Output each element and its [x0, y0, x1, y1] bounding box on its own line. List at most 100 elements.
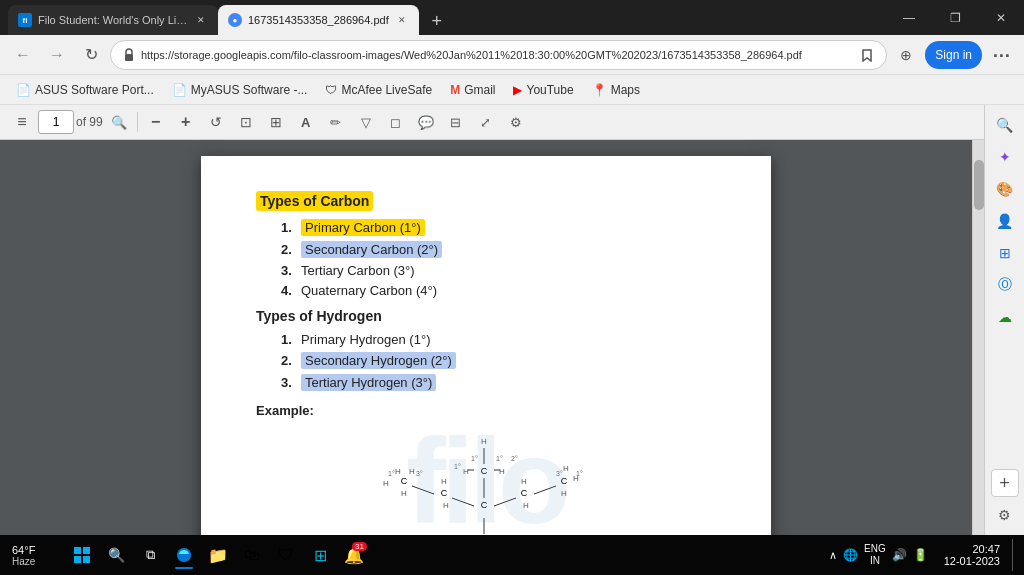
back-button[interactable]: ← — [8, 40, 38, 70]
svg-text:C: C — [401, 476, 408, 486]
svg-line-10 — [494, 498, 516, 506]
bookmark-mcafee[interactable]: 🛡 McAfee LiveSafe — [317, 81, 440, 99]
pdf-text-select[interactable]: A — [292, 108, 320, 136]
svg-text:1°: 1° — [454, 463, 461, 470]
bookmark-label-1: ASUS Software Port... — [35, 83, 154, 97]
bookmark-gmail[interactable]: M Gmail — [442, 81, 503, 99]
svg-text:3°: 3° — [416, 470, 423, 477]
pdf-zoom-in[interactable]: + — [172, 108, 200, 136]
svg-text:1°: 1° — [576, 470, 583, 477]
sidebar-cloud-btn[interactable]: ☁ — [991, 303, 1019, 331]
pdf-rotate[interactable]: ↺ — [202, 108, 230, 136]
svg-text:H: H — [395, 467, 401, 476]
pdf-fit-page[interactable]: ⊡ — [232, 108, 260, 136]
taskbar-badge-icon[interactable]: 🔔 31 — [338, 539, 370, 571]
sidebar-people-btn[interactable]: 👤 — [991, 207, 1019, 235]
section-carbon-title: Types of Carbon — [256, 191, 373, 211]
tray-lang[interactable]: ENG IN — [864, 543, 886, 567]
svg-text:H: H — [521, 477, 527, 486]
svg-line-12 — [534, 486, 556, 494]
sidebar-office-btn[interactable]: Ⓞ — [991, 271, 1019, 299]
tray-volume[interactable]: 🔊 — [892, 548, 907, 562]
more-button[interactable]: ⋯ — [986, 40, 1016, 70]
svg-text:2°: 2° — [511, 455, 518, 462]
pdf-search-button[interactable]: 🔍 — [105, 108, 133, 136]
bookmark-label-5: YouTube — [526, 83, 573, 97]
taskbar-start-button[interactable] — [66, 539, 98, 571]
bookmark-icon[interactable] — [860, 48, 874, 62]
pdf-view-toggle[interactable]: ⊟ — [442, 108, 470, 136]
minimize-button[interactable]: — — [886, 0, 932, 35]
pdf-fullscreen[interactable]: ⤢ — [472, 108, 500, 136]
item-carbon-2-num: 2. — [281, 242, 301, 257]
scrollbar-thumb[interactable] — [974, 160, 984, 210]
tab2-close[interactable]: ✕ — [395, 13, 409, 27]
weather-desc: Haze — [12, 556, 56, 567]
clock-time: 20:47 — [972, 543, 1000, 555]
pdf-two-page[interactable]: ⊞ — [262, 108, 290, 136]
taskbar-files-icon[interactable]: 📁 — [202, 539, 234, 571]
list-item-primary-hydrogen: 1. Primary Hydrogen (1°) — [256, 332, 716, 347]
page-number-input[interactable] — [38, 110, 74, 134]
pdf-comment[interactable]: 💬 — [412, 108, 440, 136]
svg-text:H: H — [499, 467, 505, 476]
bookmark-label-3: McAfee LiveSafe — [341, 83, 432, 97]
address-bar[interactable]: https://storage.googleapis.com/filo-clas… — [110, 40, 887, 70]
tray-network[interactable]: 🌐 — [843, 548, 858, 562]
taskbar-app-icon[interactable]: ⊞ — [304, 539, 336, 571]
pdf-draw[interactable]: ✏ — [322, 108, 350, 136]
sidebar-palette-btn[interactable]: 🎨 — [991, 175, 1019, 203]
maximize-button[interactable]: ❐ — [932, 0, 978, 35]
bookmark-icon-2: 📄 — [172, 83, 187, 97]
refresh-button[interactable]: ↻ — [76, 40, 106, 70]
pdf-erase[interactable]: ◻ — [382, 108, 410, 136]
svg-text:H: H — [523, 501, 529, 510]
browser-tab-1[interactable]: fi Filo Student: World's Only Live In...… — [8, 5, 218, 35]
sidebar-settings-btn[interactable]: ⚙ — [991, 501, 1019, 529]
pdf-scrollbar[interactable] — [972, 140, 984, 535]
sidebar-grid-btn[interactable]: ⊞ — [991, 239, 1019, 267]
tray-up-arrow[interactable]: ∧ — [829, 549, 837, 562]
pdf-zoom-out[interactable]: − — [142, 108, 170, 136]
bookmark-asus-software[interactable]: 📄 ASUS Software Port... — [8, 81, 162, 99]
pdf-settings[interactable]: ⚙ — [502, 108, 530, 136]
list-item-tertiary-hydrogen: 3. Tertiary Hydrogen (3°) — [256, 374, 716, 391]
section-types-of-carbon: Types of Carbon 1. Primary Carbon (1°) 2… — [256, 191, 716, 298]
system-tray[interactable]: ∧ 🌐 ENG IN 🔊 🔋 — [823, 543, 934, 567]
taskbar-clock[interactable]: 20:47 12-01-2023 — [936, 543, 1008, 567]
taskbar-store-icon[interactable]: 🛍 — [236, 539, 268, 571]
item-carbon-4-num: 4. — [281, 283, 301, 298]
item-h-3-text: Tertiary Hydrogen (3°) — [301, 374, 436, 391]
forward-button[interactable]: → — [42, 40, 72, 70]
taskbar-edge-icon[interactable] — [168, 539, 200, 571]
browser-tab-2[interactable]: ● 1673514353358_286964.pdf ✕ — [218, 5, 419, 35]
profile-button[interactable]: Sign in — [925, 41, 982, 69]
bookmark-label-4: Gmail — [464, 83, 495, 97]
show-desktop-btn[interactable] — [1012, 539, 1020, 571]
tray-battery[interactable]: 🔋 — [913, 548, 928, 562]
list-item-quaternary-carbon: 4. Quaternary Carbon (4°) — [256, 283, 716, 298]
taskbar-search-btn[interactable]: 🔍 — [100, 539, 132, 571]
taskbar-task-view[interactable]: ⧉ — [134, 539, 166, 571]
tab1-close[interactable]: ✕ — [194, 13, 208, 27]
sidebar-add-btn[interactable]: + — [991, 469, 1019, 497]
svg-text:1°: 1° — [496, 455, 503, 462]
sidebar-search-btn[interactable]: 🔍 — [991, 111, 1019, 139]
svg-text:1°: 1° — [471, 455, 478, 462]
pdf-menu-button[interactable]: ≡ — [8, 108, 36, 136]
bookmark-myasus[interactable]: 📄 MyASUS Software -... — [164, 81, 316, 99]
taskbar-shield-icon[interactable]: 🛡 — [270, 539, 302, 571]
sidebar-star-btn[interactable]: ✦ — [991, 143, 1019, 171]
bookmark-youtube[interactable]: ▶ YouTube — [505, 81, 581, 99]
svg-text:H: H — [463, 467, 469, 476]
list-item-tertiary-carbon: 3. Tertiary Carbon (3°) — [256, 263, 716, 278]
pdf-scroll-area[interactable]: filo Types of Carbon 1. Primary Carbon (… — [0, 140, 972, 535]
taskbar-weather[interactable]: 64°F Haze — [4, 544, 64, 567]
extensions-button[interactable]: ⊕ — [891, 40, 921, 70]
close-button[interactable]: ✕ — [978, 0, 1024, 35]
new-tab-button[interactable]: + — [423, 7, 451, 35]
bookmark-label-2: MyASUS Software -... — [191, 83, 308, 97]
pdf-highlight[interactable]: ▽ — [352, 108, 380, 136]
bookmark-maps[interactable]: 📍 Maps — [584, 81, 648, 99]
svg-rect-48 — [74, 556, 81, 563]
